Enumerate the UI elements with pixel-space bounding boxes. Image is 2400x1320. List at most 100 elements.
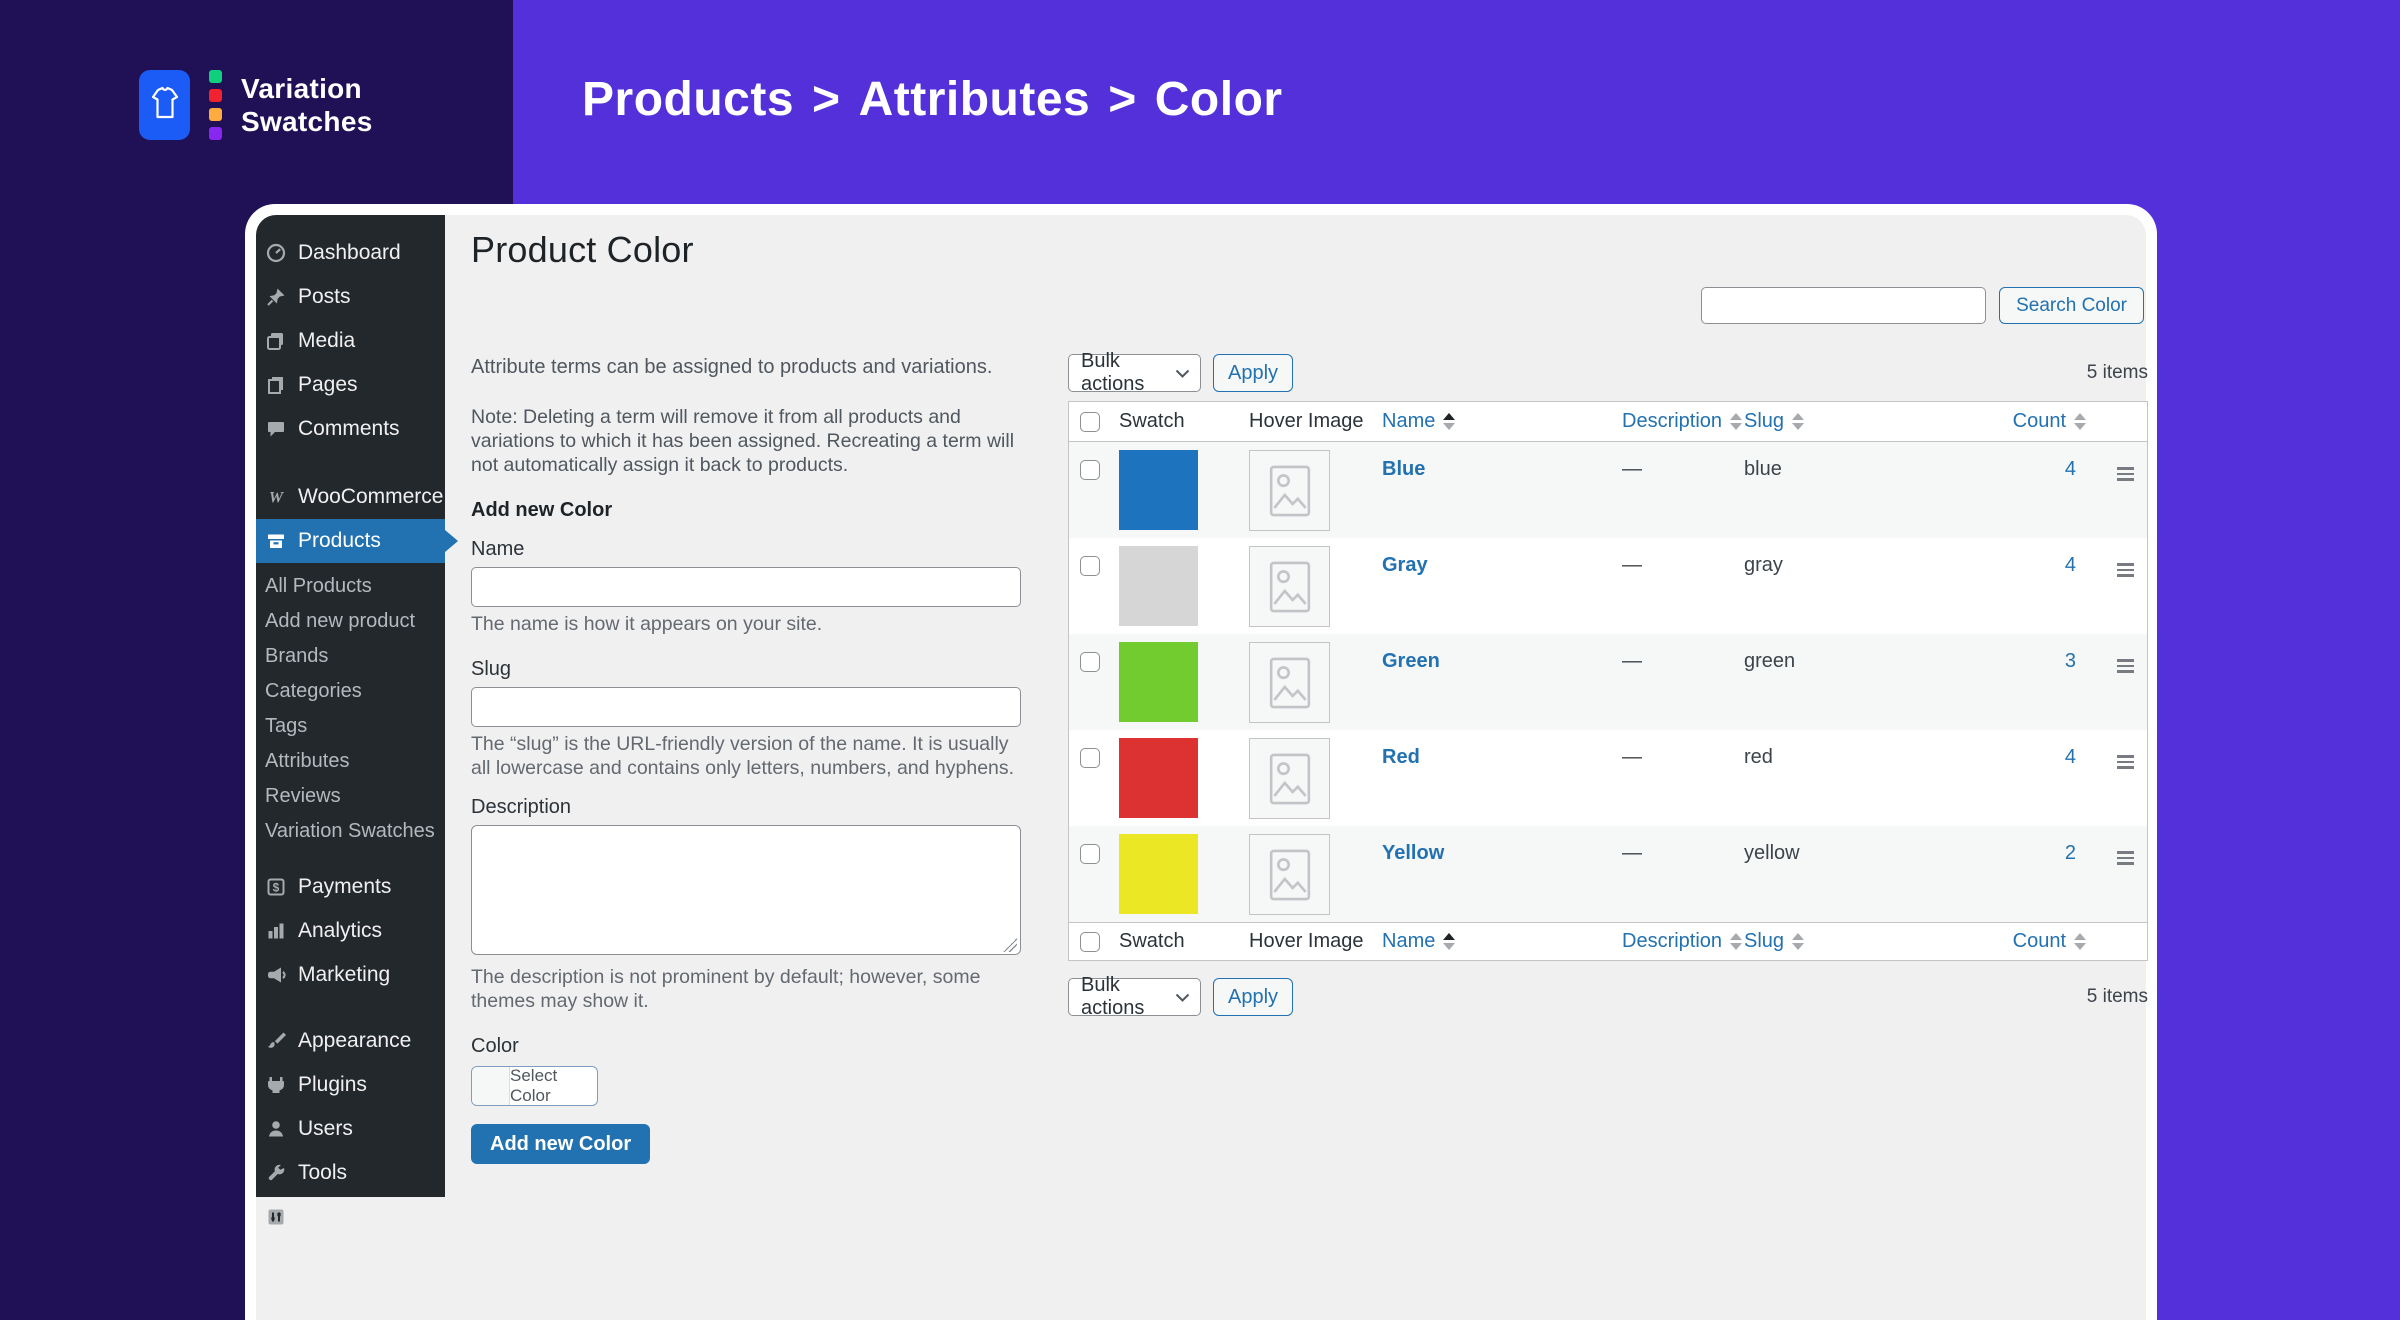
slug-field[interactable] bbox=[471, 687, 1021, 727]
apply-button[interactable]: Apply bbox=[1213, 354, 1294, 392]
row-menu-icon[interactable] bbox=[2116, 752, 2134, 826]
submenu-tags[interactable]: Tags bbox=[256, 709, 445, 744]
svg-text:$: $ bbox=[273, 881, 280, 895]
term-name-link[interactable]: Red bbox=[1382, 746, 1420, 768]
row-menu-icon[interactable] bbox=[2116, 848, 2134, 922]
breadcrumb-color: Color bbox=[1154, 73, 1283, 126]
select-all-checkbox[interactable] bbox=[1080, 931, 1100, 952]
paintbrush-icon bbox=[264, 1029, 288, 1053]
resize-handle[interactable] bbox=[1003, 938, 1017, 952]
footer-name[interactable]: Name bbox=[1376, 930, 1616, 953]
sort-arrows-icon bbox=[1443, 933, 1456, 950]
header-count[interactable]: Count bbox=[2013, 410, 2102, 433]
add-new-color-button[interactable]: Add new Color bbox=[471, 1124, 651, 1164]
row-checkbox[interactable] bbox=[1080, 652, 1100, 672]
row-menu-icon[interactable] bbox=[2116, 464, 2134, 538]
sidebar-item-woocommerce[interactable]: W WooCommerce bbox=[256, 475, 445, 519]
table-row: Red — red 4 bbox=[1069, 730, 2147, 826]
term-name-link[interactable]: Green bbox=[1382, 650, 1440, 672]
submenu-reviews[interactable]: Reviews bbox=[256, 779, 445, 814]
footer-count[interactable]: Count bbox=[2013, 930, 2102, 953]
sidebar-item-plugins[interactable]: Plugins bbox=[256, 1063, 445, 1107]
comments-icon bbox=[264, 417, 288, 441]
color-swatch bbox=[1119, 546, 1198, 626]
color-swatch bbox=[1119, 450, 1198, 530]
sidebar-item-products[interactable]: Products bbox=[256, 519, 445, 563]
term-count-link[interactable]: 3 bbox=[2065, 650, 2076, 672]
submenu-brands[interactable]: Brands bbox=[256, 639, 445, 674]
row-menu-icon[interactable] bbox=[2116, 656, 2134, 730]
term-count-link[interactable]: 4 bbox=[2065, 746, 2076, 768]
hover-image-placeholder bbox=[1249, 546, 1330, 627]
header-slug[interactable]: Slug bbox=[1738, 410, 2018, 433]
submenu-attributes[interactable]: Attributes bbox=[256, 744, 445, 779]
sidebar-item-comments[interactable]: Comments bbox=[256, 407, 445, 451]
submenu-all-products[interactable]: All Products bbox=[256, 569, 445, 604]
table-header: Swatch Hover Image Name Description Slug… bbox=[1069, 402, 2147, 442]
sidebar-item-media[interactable]: Media bbox=[256, 319, 445, 363]
breadcrumb-products: Products bbox=[582, 73, 795, 126]
brand-logo bbox=[139, 70, 190, 140]
products-icon bbox=[264, 529, 288, 553]
term-count-link[interactable]: 2 bbox=[2065, 842, 2076, 864]
term-name-link[interactable]: Yellow bbox=[1382, 842, 1444, 864]
sidebar-item-users[interactable]: Users bbox=[256, 1107, 445, 1151]
sidebar-item-dashboard[interactable]: Dashboard bbox=[256, 231, 445, 275]
header-description[interactable]: Description bbox=[1616, 410, 1743, 433]
sort-arrows-icon bbox=[2074, 413, 2086, 430]
bulk-actions-select[interactable]: Bulk actions bbox=[1068, 350, 1201, 395]
select-color-button[interactable]: Select Color bbox=[471, 1066, 598, 1106]
products-submenu: All Products Add new product Brands Cate… bbox=[256, 563, 445, 853]
screen: Variation Swatches Products > Attributes… bbox=[0, 0, 2400, 1320]
intro-text: Attribute terms can be assigned to produ… bbox=[471, 356, 993, 378]
submenu-add-new-product[interactable]: Add new product bbox=[256, 604, 445, 639]
orange-square bbox=[209, 108, 222, 121]
color-preview bbox=[472, 1067, 510, 1105]
select-all-checkbox[interactable] bbox=[1080, 411, 1100, 432]
sidebar-item-marketing[interactable]: Marketing bbox=[256, 953, 445, 997]
term-name-link[interactable]: Blue bbox=[1382, 458, 1425, 480]
sidebar-item-analytics[interactable]: Analytics bbox=[256, 909, 445, 953]
submenu-variation-swatches[interactable]: Variation Swatches bbox=[256, 814, 445, 849]
footer-slug[interactable]: Slug bbox=[1738, 930, 2018, 953]
search-color-button[interactable]: Search Color bbox=[1999, 287, 2144, 324]
table-row: Yellow — yellow 2 bbox=[1069, 826, 2147, 922]
row-checkbox[interactable] bbox=[1080, 460, 1100, 480]
apply-button[interactable]: Apply bbox=[1213, 978, 1294, 1016]
row-checkbox[interactable] bbox=[1080, 844, 1100, 864]
footer-description[interactable]: Description bbox=[1616, 930, 1743, 953]
term-description: — bbox=[1622, 842, 1642, 864]
description-label: Description bbox=[471, 796, 572, 818]
header-name[interactable]: Name bbox=[1376, 410, 1616, 433]
search-input[interactable] bbox=[1701, 287, 1987, 324]
woocommerce-icon: W bbox=[264, 485, 288, 509]
name-field[interactable] bbox=[471, 567, 1021, 607]
sidebar-item-settings[interactable]: Settings bbox=[256, 1195, 445, 1239]
sidebar-item-appearance[interactable]: Appearance bbox=[256, 1019, 445, 1063]
name-help: The name is how it appears on your site. bbox=[471, 613, 823, 635]
bulk-actions-select[interactable]: Bulk actions bbox=[1068, 974, 1201, 1019]
bulk-actions-bottom: Bulk actions Apply 5 items bbox=[1068, 974, 2148, 1019]
submenu-categories[interactable]: Categories bbox=[256, 674, 445, 709]
page-title: Product Color bbox=[471, 229, 694, 270]
sidebar-item-payments[interactable]: $ Payments bbox=[256, 865, 445, 909]
breadcrumb-attributes: Attributes bbox=[858, 73, 1091, 126]
term-count-link[interactable]: 4 bbox=[2065, 554, 2076, 576]
sidebar-item-posts[interactable]: Posts bbox=[256, 275, 445, 319]
hover-image-placeholder bbox=[1249, 738, 1330, 819]
row-checkbox[interactable] bbox=[1080, 556, 1100, 576]
term-count-link[interactable]: 4 bbox=[2065, 458, 2076, 480]
row-checkbox[interactable] bbox=[1080, 748, 1100, 768]
table-row: Blue — blue 4 bbox=[1069, 442, 2147, 538]
table-footer: Swatch Hover Image Name Description Slug… bbox=[1069, 922, 2147, 960]
terms-table: Swatch Hover Image Name Description Slug… bbox=[1068, 401, 2148, 961]
form-heading: Add new Color bbox=[471, 499, 613, 521]
sidebar-item-tools[interactable]: Tools bbox=[256, 1151, 445, 1195]
footer-hover-image: Hover Image bbox=[1249, 930, 1364, 952]
row-menu-icon[interactable] bbox=[2116, 560, 2134, 634]
description-field[interactable] bbox=[471, 825, 1021, 955]
sidebar-item-pages[interactable]: Pages bbox=[256, 363, 445, 407]
term-name-link[interactable]: Gray bbox=[1382, 554, 1428, 576]
